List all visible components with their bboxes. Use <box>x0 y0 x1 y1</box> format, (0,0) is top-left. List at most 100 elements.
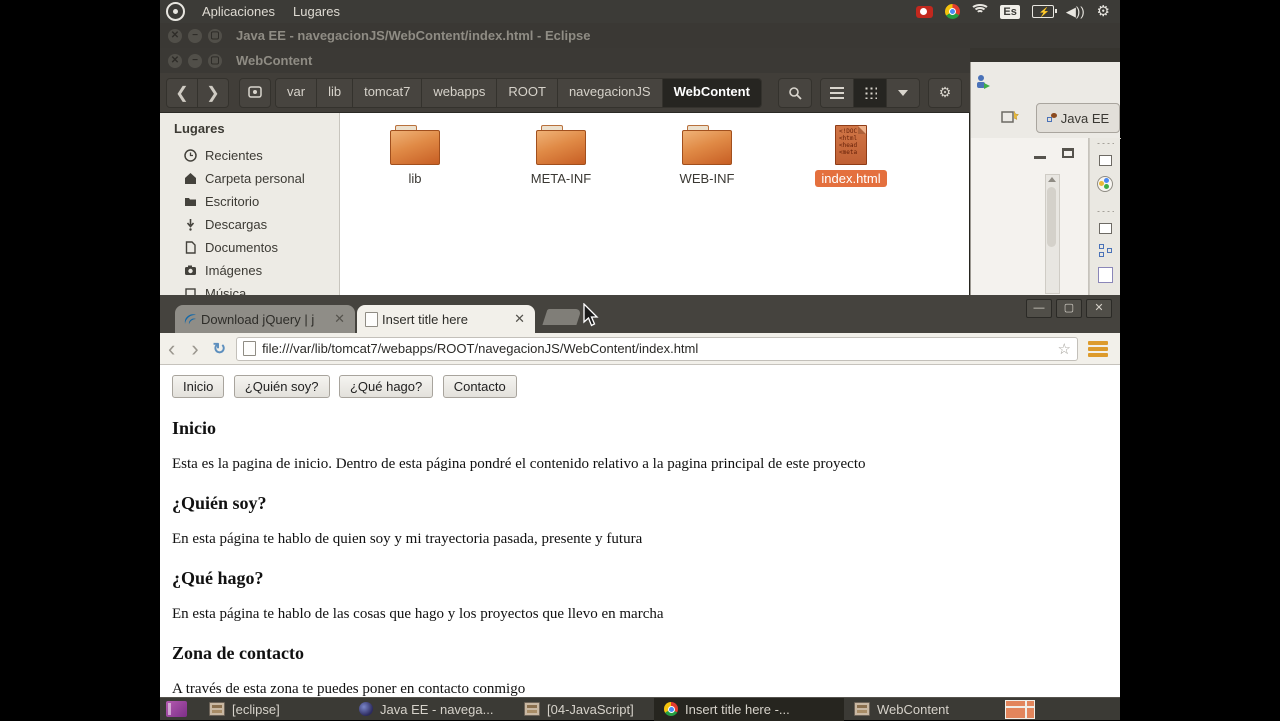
grid-view-button[interactable] <box>854 78 887 107</box>
quien-soy-button[interactable]: ¿Quién soy? <box>233 375 330 398</box>
sidebar-item-recientes[interactable]: Recientes <box>174 144 339 167</box>
taskbar-label: Java EE - navega... <box>380 701 494 717</box>
new-wizard-icon[interactable] <box>1001 109 1019 125</box>
battery-icon[interactable]: ⚡ <box>1031 5 1057 18</box>
file-index-html[interactable]: <!DOC <html <head <meta index.html <box>796 125 906 188</box>
contacto-button[interactable]: Contacto <box>442 375 517 398</box>
breadcrumb-tomcat7[interactable]: tomcat7 <box>353 78 423 107</box>
maximize-icon[interactable]: ▢ <box>208 53 222 68</box>
reload-icon[interactable]: ↻ <box>207 339 232 359</box>
tab-insert-title-here[interactable]: Insert title here ✕ <box>357 305 535 333</box>
taskbar-item-eclipse-app[interactable]: Java EE - navega... <box>349 698 514 721</box>
screen-recorder-icon[interactable] <box>916 5 934 18</box>
breadcrumb-webapps[interactable]: webapps <box>422 78 498 107</box>
sidebar-item-escritorio[interactable]: Escritorio <box>174 190 339 213</box>
back-button[interactable]: ❮ <box>166 77 198 108</box>
camera-icon <box>185 265 196 275</box>
maximize-icon[interactable]: ▢ <box>208 28 222 43</box>
inicio-button[interactable]: Inicio <box>172 375 225 398</box>
bookmark-star-icon[interactable]: ☆ <box>1058 340 1071 358</box>
tab-download-jquery[interactable]: Download jQuery | j ✕ <box>175 305 355 333</box>
minimize-icon[interactable]: − <box>188 28 202 43</box>
menu-lugares[interactable]: Lugares <box>284 0 349 23</box>
browser-navbar: ‹ › ↻ file:///var/lib/tomcat7/webapps/RO… <box>160 333 1120 365</box>
file-lib[interactable]: lib <box>360 125 470 188</box>
close-icon[interactable]: ✕ <box>1086 299 1112 318</box>
keyboard-layout-indicator[interactable]: Es <box>1000 4 1020 19</box>
taskbar-item-04-javascript[interactable]: [04-JavaScript] <box>514 698 654 721</box>
places-sidebar: Lugares Recientes Carpeta personal Escri… <box>160 113 340 295</box>
sidebar-item-imagenes[interactable]: Imágenes <box>174 259 339 282</box>
breadcrumb-webcontent[interactable]: WebContent <box>662 78 761 107</box>
run-user-icon[interactable] <box>975 74 991 90</box>
close-tab-icon[interactable]: ✕ <box>512 311 527 327</box>
snippets-view-icon[interactable] <box>1097 267 1113 283</box>
taskbar-item-eclipse-folder[interactable]: [eclipse] <box>199 698 349 721</box>
eclipse-fast-view-bar <box>1089 138 1120 295</box>
restore-view-icon[interactable] <box>1098 152 1115 166</box>
java-ee-perspective-button[interactable]: Java EE <box>1036 103 1120 133</box>
drag-handle-icon[interactable] <box>1096 142 1114 145</box>
download-icon <box>186 219 195 231</box>
grid-view-icon <box>863 86 877 99</box>
drawer-icon <box>524 702 540 716</box>
music-icon <box>185 288 196 295</box>
list-view-button[interactable] <box>821 78 854 107</box>
browser-back-button[interactable]: ‹ <box>160 336 183 362</box>
drawer-icon <box>854 702 870 716</box>
new-tab-button[interactable] <box>542 309 582 325</box>
settings-button[interactable]: ⚙ <box>928 77 962 108</box>
sidebar-item-documentos[interactable]: Documentos <box>174 236 339 259</box>
browser-forward-button[interactable]: › <box>183 336 206 362</box>
close-icon[interactable]: ✕ <box>168 53 182 68</box>
wifi-icon[interactable] <box>970 3 991 18</box>
breadcrumb-root[interactable]: ROOT <box>497 78 558 107</box>
spreadsheet-window-icon[interactable] <box>1005 700 1035 719</box>
outline-view-icon[interactable] <box>1098 244 1112 257</box>
file-meta-inf[interactable]: META-INF <box>506 125 616 188</box>
menu-aplicaciones[interactable]: Aplicaciones <box>193 0 284 23</box>
forward-button[interactable]: ❯ <box>198 77 229 108</box>
computer-icon[interactable] <box>239 77 271 108</box>
chrome-indicator-icon[interactable] <box>945 4 961 19</box>
sidebar-item-carpeta-personal[interactable]: Carpeta personal <box>174 167 339 190</box>
workspace-switcher-icon[interactable] <box>166 701 187 717</box>
distributor-logo-icon[interactable] <box>166 2 185 21</box>
taskbar-item-insert-title-here[interactable]: Insert title here -... <box>654 697 844 721</box>
breadcrumb-navegacionjs[interactable]: navegacionJS <box>557 78 663 107</box>
breadcrumb-lib[interactable]: lib <box>317 78 354 107</box>
drag-handle-icon[interactable] <box>1096 210 1114 213</box>
taskbar-item-webcontent[interactable]: WebContent <box>844 698 984 721</box>
sidebar-item-descargas[interactable]: Descargas <box>174 213 339 236</box>
sidebar-item-musica[interactable]: Música <box>174 282 339 295</box>
maximize-icon[interactable]: ▢ <box>1056 299 1082 318</box>
section-heading-zona-contacto: Zona de contacto <box>172 643 304 663</box>
restore-view-icon[interactable] <box>1098 220 1115 234</box>
minimize-icon[interactable]: − <box>188 53 202 68</box>
section-heading-inicio: Inicio <box>172 418 217 438</box>
view-options-button[interactable] <box>887 78 919 107</box>
java-ee-label: Java EE <box>1060 110 1110 126</box>
search-button[interactable] <box>778 77 812 108</box>
url-bar[interactable]: file:///var/lib/tomcat7/webapps/ROOT/nav… <box>236 336 1078 361</box>
eclipse-scrollbar[interactable] <box>1045 174 1060 294</box>
volume-icon[interactable]: ◀)) <box>1066 5 1085 18</box>
panel-minimize-icon[interactable] <box>1034 156 1046 159</box>
session-gear-icon[interactable]: ⚙ <box>1097 4 1110 19</box>
breadcrumb-var[interactable]: var <box>276 78 318 107</box>
panel-maximize-icon[interactable] <box>1062 148 1074 158</box>
tab-title: Download jQuery | j <box>201 311 315 327</box>
section-heading-que-hago: ¿Qué hago? <box>172 568 264 588</box>
desktop-top-panel: Aplicaciones Lugares Es ⚡ ◀)) ⚙ <box>160 0 1120 23</box>
minimize-icon[interactable]: — <box>1026 299 1052 318</box>
browser-menu-icon[interactable] <box>1088 340 1108 357</box>
browser-window: Download jQuery | j ✕ Insert title here … <box>160 295 1120 697</box>
servers-view-icon[interactable] <box>1097 176 1113 192</box>
file-web-inf[interactable]: WEB-INF <box>652 125 762 188</box>
java-ee-icon <box>1046 113 1057 123</box>
que-hago-button[interactable]: ¿Qué hago? <box>338 375 434 398</box>
section-text: En esta página te hablo de las cosas que… <box>172 606 664 622</box>
page-nav-buttons: Inicio ¿Quién soy? ¿Qué hago? Contacto <box>172 375 1120 398</box>
close-icon[interactable]: ✕ <box>168 28 182 43</box>
close-tab-icon[interactable]: ✕ <box>332 311 347 327</box>
